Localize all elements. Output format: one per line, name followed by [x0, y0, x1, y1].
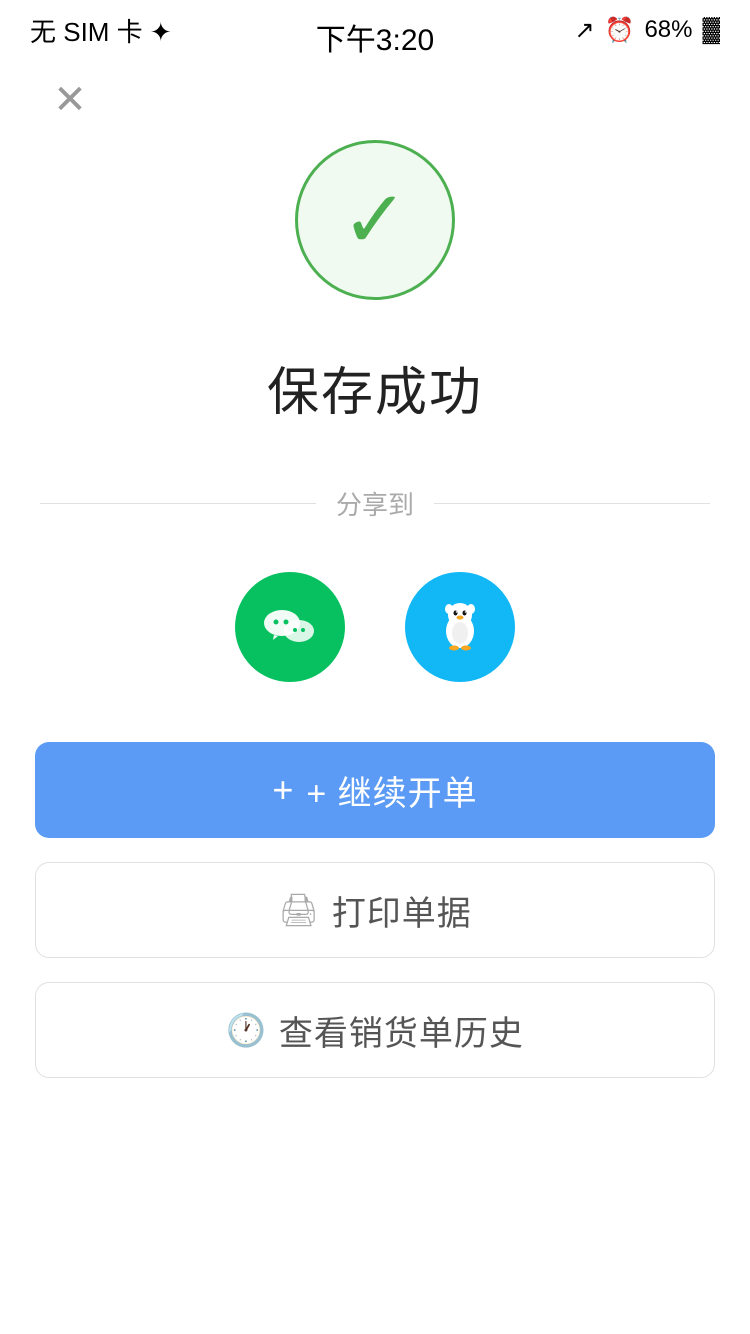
plus-icon: + — [272, 769, 294, 811]
clock-icon: 🕐 — [226, 1011, 267, 1049]
close-icon: ✕ — [53, 80, 87, 120]
share-icons — [40, 572, 710, 682]
battery-icon: ▓ — [703, 16, 721, 44]
print-button[interactable]: 🖨 打印单据 — [35, 862, 715, 958]
status-right: ↗ ⏰ 68% ▓ — [574, 16, 720, 45]
success-circle: ✓ — [295, 140, 455, 300]
share-divider: 分享到 — [40, 485, 710, 522]
status-left: 无 SIM 卡 ✦ — [30, 12, 172, 49]
sim-label: 无 SIM 卡 ✦ — [30, 12, 172, 49]
battery-label: 68% — [644, 16, 692, 44]
checkmark-icon: ✓ — [341, 180, 408, 260]
share-label: 分享到 — [336, 485, 414, 522]
printer-icon: 🖨 — [278, 891, 320, 929]
close-button[interactable]: ✕ — [40, 70, 100, 130]
status-time: 下午3:20 — [316, 15, 434, 59]
alarm-icon: ⏰ — [605, 16, 635, 45]
history-label: 查看销货单历史 — [279, 1006, 524, 1055]
print-label: 打印单据 — [332, 886, 472, 935]
continue-button[interactable]: + + 继续开单 — [35, 742, 715, 838]
qq-share-button[interactable] — [405, 572, 515, 682]
location-icon: ↗ — [574, 16, 594, 45]
continue-label: + 继续开单 — [306, 766, 477, 815]
success-title: 保存成功 — [267, 350, 483, 425]
share-section: 分享到 — [0, 485, 750, 682]
wechat-icon — [258, 595, 323, 660]
qq-icon — [428, 595, 493, 660]
history-button[interactable]: 🕐 查看销货单历史 — [35, 982, 715, 1078]
status-bar: 无 SIM 卡 ✦ 下午3:20 ↗ ⏰ 68% ▓ — [0, 0, 750, 60]
main-content: ✓ 保存成功 分享到 — [0, 60, 750, 1078]
action-buttons: + + 继续开单 🖨 打印单据 🕐 查看销货单历史 — [35, 742, 715, 1078]
wechat-share-button[interactable] — [235, 572, 345, 682]
